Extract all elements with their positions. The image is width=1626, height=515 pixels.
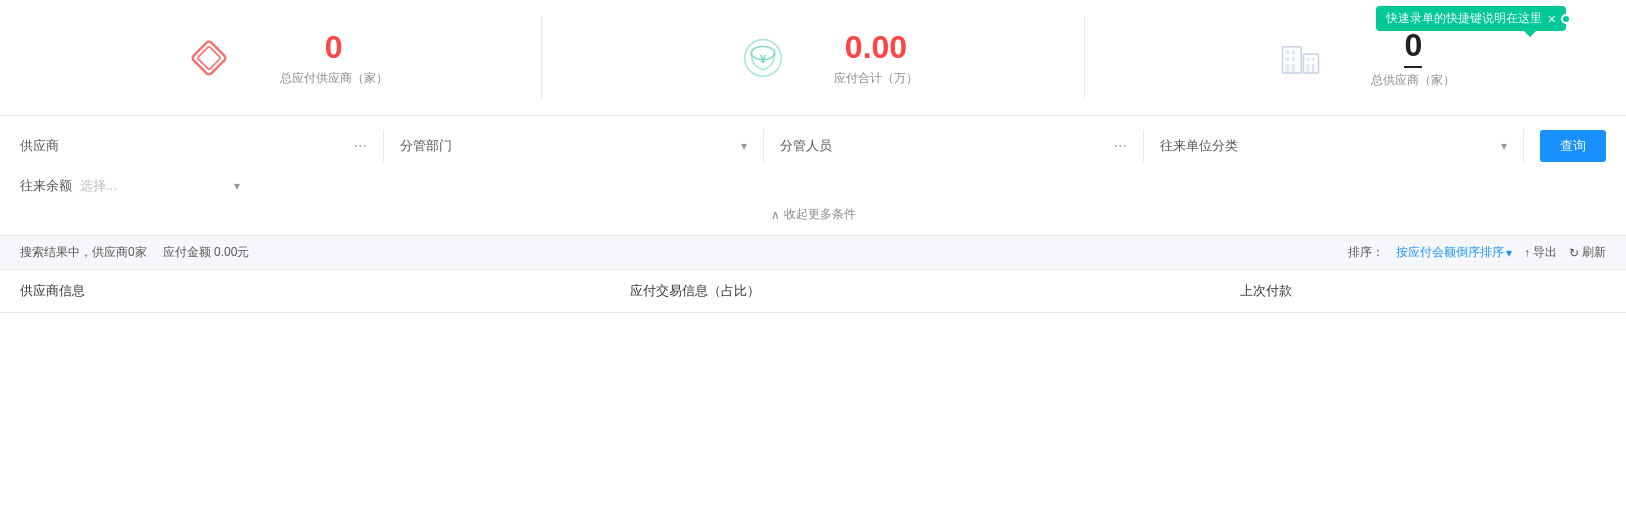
export-label: 导出	[1533, 244, 1557, 261]
person-dots[interactable]: ···	[1114, 137, 1127, 155]
query-button[interactable]: 查询	[1540, 130, 1606, 162]
tooltip-text: 快速录单的快捷键说明在这里	[1386, 10, 1542, 27]
total-suppliers-value: 0	[1404, 26, 1422, 68]
total-payable-value: 0	[325, 28, 343, 66]
total-suppliers-label: 总供应商（家）	[1371, 72, 1455, 89]
total-payable-label: 总应付供应商（家）	[280, 70, 388, 87]
sort-label: 排序：	[1348, 244, 1384, 261]
sort-value-text: 按应付会额倒序排序	[1396, 244, 1504, 261]
svg-text:¥: ¥	[760, 52, 767, 65]
payable-total-value: 0.00	[845, 28, 907, 66]
collapse-icon: ∧	[771, 208, 780, 222]
collapse-label: 收起更多条件	[784, 206, 856, 223]
unit-class-select[interactable]: ▾	[1246, 139, 1507, 153]
svg-rect-8	[1292, 50, 1296, 54]
balance-label: 往来余额	[20, 177, 72, 195]
department-filter: 分管部门 ▾	[384, 130, 764, 162]
sort-chevron: ▾	[1506, 246, 1512, 260]
supplier-label: 供应商	[20, 137, 59, 155]
person-label: 分管人员	[780, 137, 832, 155]
stat-payable-total: ¥ 0.00 应付合计（万）	[542, 16, 1084, 99]
supplier-input[interactable]	[67, 139, 350, 154]
result-bar: 搜索结果中，供应商0家 应付金额 0.00元 排序： 按应付会额倒序排序 ▾ ↑…	[0, 236, 1626, 270]
svg-rect-14	[1312, 58, 1315, 61]
filter-row-1: 供应商 ··· 分管部门 ▾ 分管人员 ··· 往来单位分类 ▾ 查询	[20, 130, 1606, 162]
logo-area	[154, 33, 264, 83]
table-body	[0, 313, 1626, 515]
refresh-label: 刷新	[1582, 244, 1606, 261]
department-chevron: ▾	[741, 139, 747, 153]
balance-chevron: ▾	[234, 179, 240, 193]
table-col-supplier: 供应商信息	[20, 282, 630, 300]
refresh-icon: ↻	[1569, 246, 1579, 260]
filter-bar: 供应商 ··· 分管部门 ▾ 分管人员 ··· 往来单位分类 ▾ 查询	[0, 116, 1626, 236]
unit-class-chevron: ▾	[1501, 139, 1507, 153]
export-icon: ↑	[1524, 246, 1530, 260]
refresh-btn[interactable]: ↻ 刷新	[1569, 244, 1606, 261]
coin-area: ¥	[708, 33, 818, 83]
stat-total-payable-suppliers: 0 总应付供应商（家）	[0, 16, 542, 99]
department-select[interactable]: ▾	[460, 139, 747, 153]
stat-total-suppliers: 快速录单的快捷键说明在这里 ×	[1085, 16, 1626, 99]
tooltip-dot	[1561, 14, 1571, 24]
result-actions: 排序： 按应付会额倒序排序 ▾ ↑ 导出 ↻ 刷新	[1348, 244, 1606, 261]
svg-rect-0	[191, 40, 226, 75]
unit-class-filter: 往来单位分类 ▾	[1144, 130, 1524, 162]
collapse-row: ∧ 收起更多条件	[20, 200, 1606, 225]
payable-total-label: 应付合计（万）	[834, 70, 918, 87]
department-label: 分管部门	[400, 137, 452, 155]
supplier-dots[interactable]: ···	[354, 137, 367, 155]
supplier-filter: 供应商 ···	[20, 130, 384, 162]
svg-rect-7	[1286, 50, 1290, 54]
svg-rect-9	[1286, 57, 1290, 61]
svg-rect-12	[1292, 64, 1296, 73]
collapse-btn[interactable]: ∧ 收起更多条件	[771, 206, 856, 223]
stats-bar: 0 总应付供应商（家） ¥ 0.00 应付合计（万） 快速录单的快捷	[0, 0, 1626, 116]
result-amount: 应付金额 0.00元	[163, 244, 250, 261]
unit-class-label: 往来单位分类	[1160, 137, 1238, 155]
balance-placeholder: 选择...	[80, 177, 234, 195]
person-filter: 分管人员 ···	[764, 130, 1144, 162]
result-text: 搜索结果中，供应商0家	[20, 244, 147, 261]
balance-filter: 往来余额 选择... ▾	[20, 172, 240, 200]
balance-select[interactable]: 选择... ▾	[80, 177, 240, 195]
sort-select[interactable]: 按应付会额倒序排序 ▾	[1396, 244, 1512, 261]
table-header: 供应商信息 应付交易信息（占比） 上次付款	[0, 270, 1626, 313]
svg-rect-11	[1286, 64, 1290, 73]
filter-row-2: 往来余额 选择... ▾	[20, 172, 1606, 200]
person-input[interactable]	[840, 139, 1110, 154]
svg-rect-6	[1304, 54, 1319, 73]
export-btn[interactable]: ↑ 导出	[1524, 244, 1557, 261]
table-col-last-payment: 上次付款	[1240, 282, 1606, 300]
building-area	[1255, 38, 1355, 78]
svg-rect-13	[1307, 58, 1310, 61]
svg-rect-15	[1307, 64, 1310, 73]
table-col-payable: 应付交易信息（占比）	[630, 282, 1240, 300]
svg-rect-16	[1312, 64, 1315, 73]
tooltip-badge[interactable]: 快速录单的快捷键说明在这里 ×	[1376, 6, 1566, 31]
svg-rect-10	[1292, 57, 1296, 61]
tooltip-close-btn[interactable]: ×	[1548, 12, 1556, 26]
